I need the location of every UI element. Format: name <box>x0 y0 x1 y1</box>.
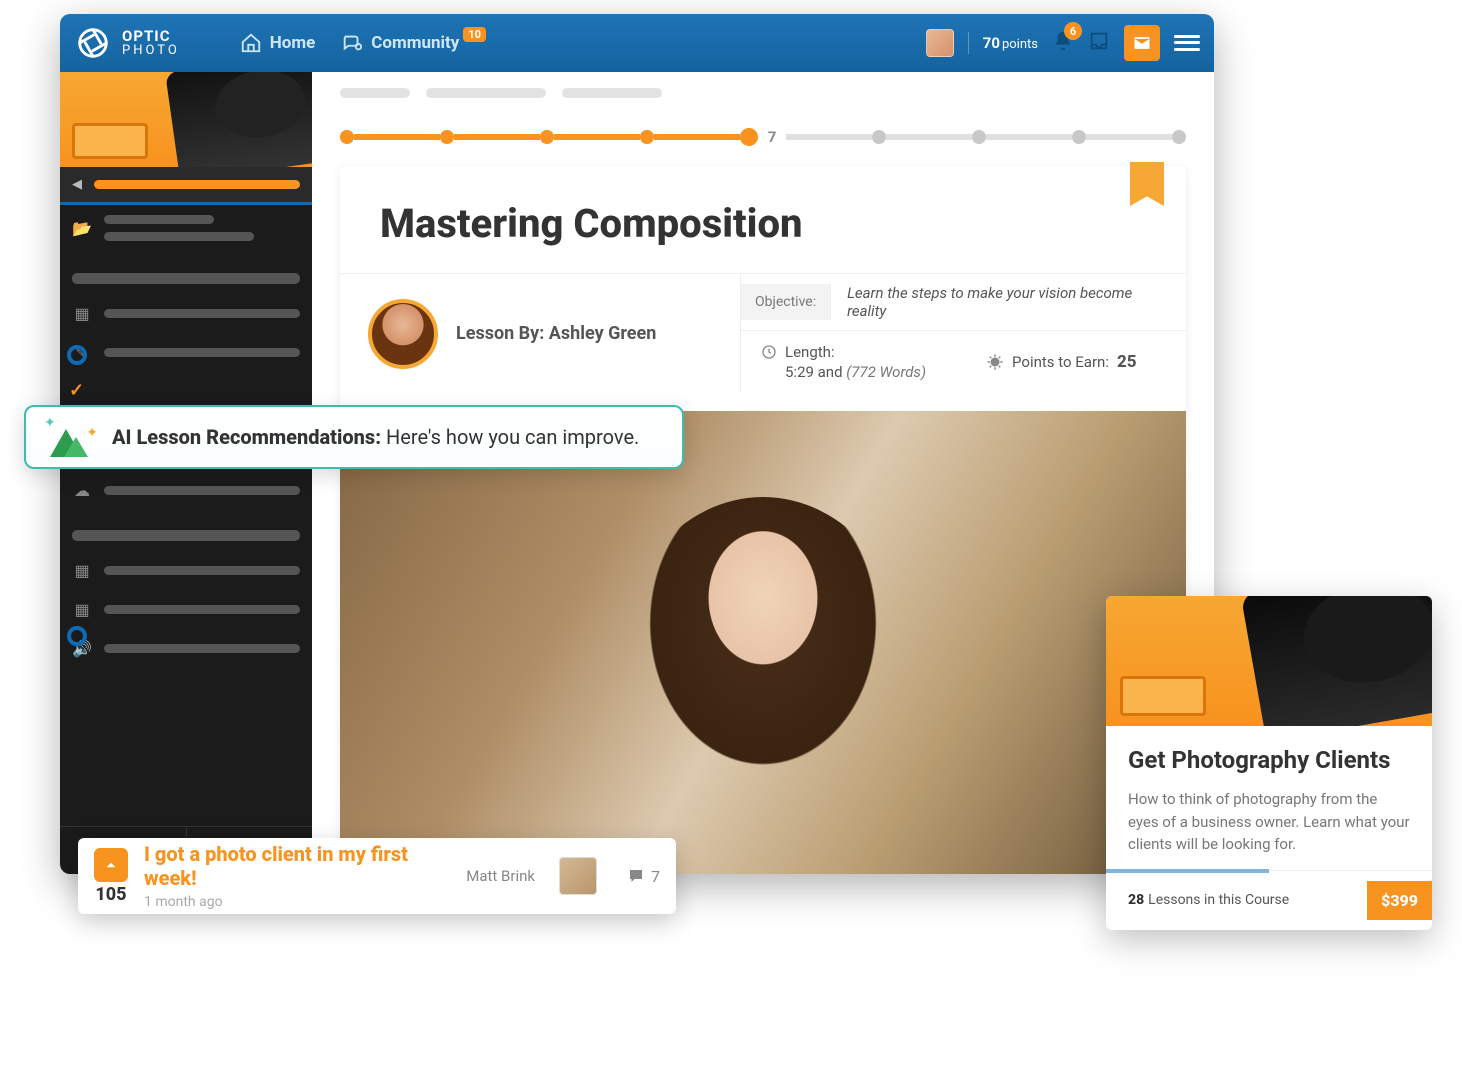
sidebar-back[interactable]: ◀ <box>60 167 312 205</box>
sidebar-item-video-4[interactable]: ▦ <box>60 590 312 629</box>
badge-icon <box>986 353 1004 371</box>
clock-icon <box>761 344 777 360</box>
chevron-up-icon <box>102 856 120 874</box>
notifications-button[interactable]: 6 <box>1052 30 1074 56</box>
breadcrumb <box>312 72 1214 98</box>
course-progress-bar <box>1106 869 1269 873</box>
course-hero-image <box>1106 596 1432 726</box>
timeline-remaining: 7 <box>768 128 777 146</box>
tray-icon <box>1088 30 1110 52</box>
lesson-hero-image <box>340 411 1186 874</box>
nav-community[interactable]: Community 10 <box>341 32 486 54</box>
lesson-meta: Lesson By: Ashley Green Objective: Learn… <box>340 273 1186 393</box>
nav-home-label: Home <box>270 33 316 53</box>
course-footer: 28Lessons in this Course $399 <box>1106 870 1432 930</box>
community-badge: 10 <box>463 27 486 42</box>
video-icon: ▦ <box>72 304 92 323</box>
comment-author: Matt Brink <box>466 867 535 885</box>
course-lesson-label: Lessons in this Course <box>1148 892 1289 908</box>
course-sidebar: ◀ 📂 ▦ ✎ ▦ ☁ ▦ ▦ 🔊 <box>60 72 312 874</box>
sidebar-item-video-3[interactable]: ▦ <box>60 551 312 590</box>
ai-sparkle-icon: ✦✦ <box>46 417 96 457</box>
chat-icon <box>341 32 363 54</box>
course-title: Get Photography Clients <box>1128 746 1410 774</box>
lesson-by: Lesson By: Ashley Green <box>456 323 656 344</box>
ai-subtitle: Here's how you can improve. <box>386 425 639 449</box>
sidebar-item-edit[interactable]: ✎ <box>60 333 312 372</box>
primary-nav: Home Community 10 <box>240 32 486 54</box>
main-content: 7 Mastering Composition Lesson By: Ashle… <box>312 72 1214 874</box>
course-lesson-count: 28 <box>1128 892 1144 908</box>
lesson-card: Mastering Composition Lesson By: Ashley … <box>340 166 1186 874</box>
ai-recommendation-banner[interactable]: ✦✦ AI Lesson Recommendations: Here's how… <box>24 405 684 469</box>
nav-home[interactable]: Home <box>240 32 316 54</box>
user-avatar[interactable] <box>926 29 954 57</box>
topbar: OPTICPHOTO Home Community 10 70points 6 <box>60 14 1214 72</box>
points-stat: Points to Earn: 25 <box>986 343 1137 381</box>
brand-logo[interactable]: OPTICPHOTO <box>74 24 180 62</box>
cloud-download-icon: ☁ <box>72 481 92 500</box>
course-price: $399 <box>1367 881 1432 920</box>
sidebar-item-video-1[interactable]: ▦ <box>60 294 312 333</box>
course-card[interactable]: Get Photography Clients How to think of … <box>1106 596 1432 930</box>
speaker-icon: 🔊 <box>72 639 92 658</box>
ai-title: AI Lesson Recommendations: <box>112 425 386 449</box>
folder-icon: 📂 <box>72 219 92 238</box>
length-stat: Length: 5:29 and (772 Words) <box>761 343 926 381</box>
notification-count: 6 <box>1064 22 1082 40</box>
sidebar-section-1[interactable] <box>60 263 312 294</box>
comment-time: 1 month ago <box>144 894 450 910</box>
objective-row: Objective: Learn the steps to make your … <box>741 274 1186 331</box>
sidebar-hero-image <box>60 72 312 167</box>
course-description: How to think of photography from the eye… <box>1128 788 1410 856</box>
home-icon <box>240 32 262 54</box>
comment-title: I got a photo client in my first week! <box>144 842 450 890</box>
menu-button[interactable] <box>1174 30 1200 56</box>
messages-button[interactable] <box>1124 25 1160 61</box>
objective-text: Learn the steps to make your vision beco… <box>831 274 1186 330</box>
speech-bubble-icon <box>627 867 645 885</box>
upvote-button[interactable] <box>94 848 128 882</box>
comment-author-avatar[interactable] <box>559 857 597 895</box>
chevron-left-icon: ◀ <box>72 177 82 192</box>
pencil-icon: ✎ <box>72 343 92 362</box>
aperture-icon <box>74 24 112 62</box>
lesson-title: Mastering Composition <box>340 166 1186 273</box>
inbox-button[interactable] <box>1088 30 1110 56</box>
video-icon: ▦ <box>72 600 92 619</box>
upvote-count: 105 <box>95 884 126 905</box>
points-display[interactable]: 70points <box>983 34 1038 52</box>
sidebar-section-2[interactable] <box>60 520 312 551</box>
brand-line2: PHOTO <box>122 44 180 57</box>
reply-count[interactable]: 7 <box>627 867 660 886</box>
topbar-right: 70points 6 <box>926 25 1200 61</box>
sidebar-folder[interactable]: 📂 <box>60 205 312 251</box>
nav-community-label: Community <box>371 33 459 53</box>
instructor-avatar[interactable] <box>368 299 438 369</box>
sidebar-item-download[interactable]: ☁ <box>60 471 312 510</box>
envelope-icon <box>1132 33 1152 53</box>
objective-label: Objective: <box>741 284 831 320</box>
sidebar-item-audio[interactable]: 🔊 <box>60 629 312 668</box>
video-icon: ▦ <box>72 561 92 580</box>
progress-timeline[interactable]: 7 <box>312 98 1214 166</box>
comment-card[interactable]: 105 I got a photo client in my first wee… <box>78 838 676 914</box>
